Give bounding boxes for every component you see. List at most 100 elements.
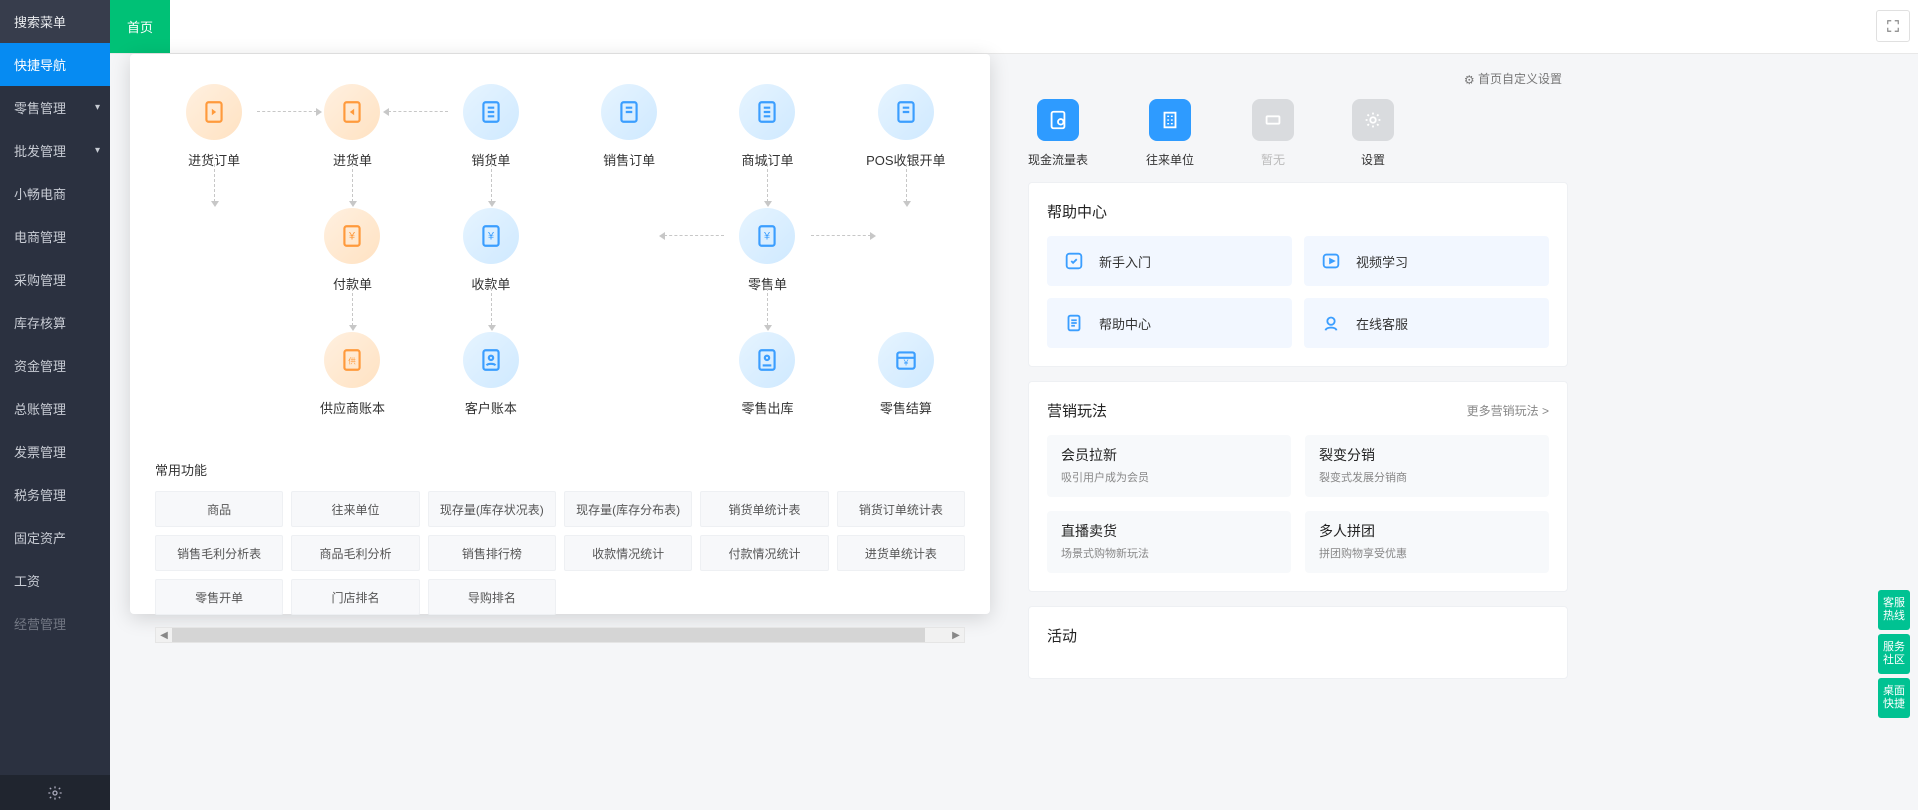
common-btn[interactable]: 进货单统计表 bbox=[837, 535, 965, 571]
sidebar-item-purchase[interactable]: 采购管理 bbox=[0, 258, 110, 301]
flow-grid: 进货订单 进货单 销货单 销售订单 商城订单 POS收银开单 bbox=[140, 84, 980, 452]
scroll-thumb[interactable] bbox=[172, 628, 925, 642]
sidebar-item-ec1[interactable]: 小畅电商 bbox=[0, 172, 110, 215]
chevron-down-icon: ▾ bbox=[95, 102, 100, 113]
money-icon: ¥ bbox=[339, 223, 365, 249]
flow-node-purchase-order[interactable]: 进货订单 bbox=[145, 84, 283, 204]
common-btn[interactable]: 现存量(库存分布表) bbox=[564, 491, 692, 527]
flow-node-receipt[interactable]: ¥ 收款单 bbox=[422, 208, 560, 328]
flow-node-retail-settle[interactable]: ¥ 零售结算 bbox=[837, 332, 975, 452]
floater-community[interactable]: 服务社区 bbox=[1878, 634, 1910, 674]
sidebar-item-funds[interactable]: 资金管理 bbox=[0, 344, 110, 387]
sidebar-item-retail[interactable]: 零售管理▾ bbox=[0, 86, 110, 129]
sidebar-item-inventory[interactable]: 库存核算 bbox=[0, 301, 110, 344]
fullscreen-icon bbox=[1886, 19, 1900, 33]
scroll-right-button[interactable]: ▶ bbox=[948, 628, 964, 642]
sidebar-item-tax[interactable]: 税务管理 bbox=[0, 473, 110, 516]
mkt-item[interactable]: 会员拉新吸引用户成为会员 bbox=[1047, 435, 1291, 497]
sidebar-item-ledger[interactable]: 总账管理 bbox=[0, 387, 110, 430]
common-functions-grid: 商品 往来单位 现存量(库存状况表) 现存量(库存分布表) 销货单统计表 销货订… bbox=[140, 491, 980, 615]
flow-node-pos[interactable]: POS收银开单 bbox=[837, 84, 975, 204]
sidebar-item-ec2[interactable]: 电商管理 bbox=[0, 215, 110, 258]
book-icon: 供 bbox=[339, 347, 365, 373]
placeholder-icon bbox=[1262, 109, 1284, 131]
common-btn[interactable]: 销货单统计表 bbox=[700, 491, 828, 527]
flow-node-customer-book[interactable]: 客户账本 bbox=[422, 332, 560, 452]
sidebar-item-salary[interactable]: 工资 bbox=[0, 559, 110, 602]
svg-text:¥: ¥ bbox=[902, 357, 908, 367]
svg-text:¥: ¥ bbox=[763, 230, 771, 242]
flow-node-sales-order[interactable]: 销售订单 bbox=[560, 84, 698, 204]
common-btn[interactable]: 收款情况统计 bbox=[564, 535, 692, 571]
headset-icon bbox=[1320, 312, 1342, 334]
common-btn[interactable]: 现存量(库存状况表) bbox=[428, 491, 556, 527]
common-btn[interactable]: 销售毛利分析表 bbox=[155, 535, 283, 571]
flow-node-payment[interactable]: ¥ 付款单 bbox=[283, 208, 421, 328]
help-item-support[interactable]: 在线客服 bbox=[1304, 298, 1549, 348]
shortcut-settings[interactable]: 设置 bbox=[1352, 99, 1394, 168]
help-center-card: 帮助中心 新手入门 视频学习 帮助中心 在线客服 bbox=[1028, 182, 1568, 367]
common-btn[interactable]: 导购排名 bbox=[428, 579, 556, 615]
mkt-item[interactable]: 裂变分销裂变式发展分销商 bbox=[1305, 435, 1549, 497]
flow-node-sales[interactable]: 销货单 bbox=[422, 84, 560, 204]
flow-node-mall-order[interactable]: 商城订单 bbox=[698, 84, 836, 204]
common-btn[interactable]: 门店排名 bbox=[291, 579, 419, 615]
tab-bar: 首页 bbox=[110, 0, 1918, 54]
shortcut-empty[interactable]: 暂无 bbox=[1252, 99, 1294, 168]
check-icon bbox=[1063, 250, 1085, 272]
doc-icon bbox=[1063, 312, 1085, 334]
sidebar-search-label: 搜索菜单 bbox=[14, 12, 66, 31]
sidebar-settings-button[interactable] bbox=[0, 775, 110, 810]
report-icon bbox=[1047, 109, 1069, 131]
play-icon bbox=[1320, 250, 1342, 272]
flow-node-supplier-book[interactable]: 供 供应商账本 bbox=[283, 332, 421, 452]
list-icon bbox=[478, 99, 504, 125]
help-center-title: 帮助中心 bbox=[1047, 201, 1549, 222]
help-item-beginner[interactable]: 新手入门 bbox=[1047, 236, 1292, 286]
out-icon bbox=[754, 347, 780, 373]
flow-node-retail[interactable]: ¥ 零售单 bbox=[698, 208, 836, 328]
sidebar-item-assets[interactable]: 固定资产 bbox=[0, 516, 110, 559]
quicknav-flyout: 进货订单 进货单 销货单 销售订单 商城订单 POS收银开单 bbox=[130, 54, 990, 614]
common-btn[interactable]: 销售排行榜 bbox=[428, 535, 556, 571]
activity-card: 活动 bbox=[1028, 606, 1568, 679]
common-btn[interactable]: 往来单位 bbox=[291, 491, 419, 527]
floater-hotline[interactable]: 客服热线 bbox=[1878, 590, 1910, 630]
marketing-more-link[interactable]: 更多营销玩法 > bbox=[1467, 402, 1549, 419]
common-btn[interactable]: 零售开单 bbox=[155, 579, 283, 615]
flow-node-purchase[interactable]: 进货单 bbox=[283, 84, 421, 204]
doc-icon bbox=[893, 99, 919, 125]
sidebar-item-wholesale[interactable]: 批发管理▾ bbox=[0, 129, 110, 172]
scroll-left-button[interactable]: ◀ bbox=[156, 628, 172, 642]
doc-icon bbox=[616, 99, 642, 125]
mkt-item[interactable]: 多人拼团拼团购物享受优惠 bbox=[1305, 511, 1549, 573]
common-btn[interactable]: 商品 bbox=[155, 491, 283, 527]
common-btn[interactable]: 付款情况统计 bbox=[700, 535, 828, 571]
help-item-video[interactable]: 视频学习 bbox=[1304, 236, 1549, 286]
flow-node-retail-out[interactable]: 零售出库 bbox=[698, 332, 836, 452]
fullscreen-button[interactable] bbox=[1876, 10, 1910, 42]
shortcut-cashflow[interactable]: 现金流量表 bbox=[1028, 99, 1088, 168]
sidebar-item-ops[interactable]: 经营管理 bbox=[0, 602, 110, 645]
common-btn[interactable]: 销货订单统计表 bbox=[837, 491, 965, 527]
svg-text:¥: ¥ bbox=[348, 230, 356, 242]
person-icon bbox=[478, 347, 504, 373]
sidebar-search[interactable]: 搜索菜单 bbox=[0, 0, 110, 43]
horizontal-scrollbar[interactable]: ◀ ▶ bbox=[155, 627, 965, 643]
shortcut-contacts[interactable]: 往来单位 bbox=[1146, 99, 1194, 168]
sidebar-item-invoice[interactable]: 发票管理 bbox=[0, 430, 110, 473]
common-btn[interactable]: 商品毛利分析 bbox=[291, 535, 419, 571]
gear-icon bbox=[1362, 109, 1384, 131]
building-icon bbox=[1159, 109, 1181, 131]
floater-desktop[interactable]: 桌面快捷 bbox=[1878, 678, 1910, 718]
scroll-track[interactable] bbox=[172, 628, 948, 642]
tab-home[interactable]: 首页 bbox=[110, 0, 170, 53]
marketing-card: 营销玩法 更多营销玩法 > 会员拉新吸引用户成为会员 裂变分销裂变式发展分销商 … bbox=[1028, 381, 1568, 592]
customize-homepage-link[interactable]: ⚙ 首页自定义设置 bbox=[1028, 54, 1568, 93]
sidebar-item-quicknav[interactable]: 快捷导航 bbox=[0, 43, 110, 86]
activity-title: 活动 bbox=[1047, 625, 1549, 646]
chevron-down-icon: ▾ bbox=[95, 145, 100, 156]
help-item-docs[interactable]: 帮助中心 bbox=[1047, 298, 1292, 348]
mkt-item[interactable]: 直播卖货场景式购物新玩法 bbox=[1047, 511, 1291, 573]
common-functions-title: 常用功能 bbox=[155, 460, 980, 479]
